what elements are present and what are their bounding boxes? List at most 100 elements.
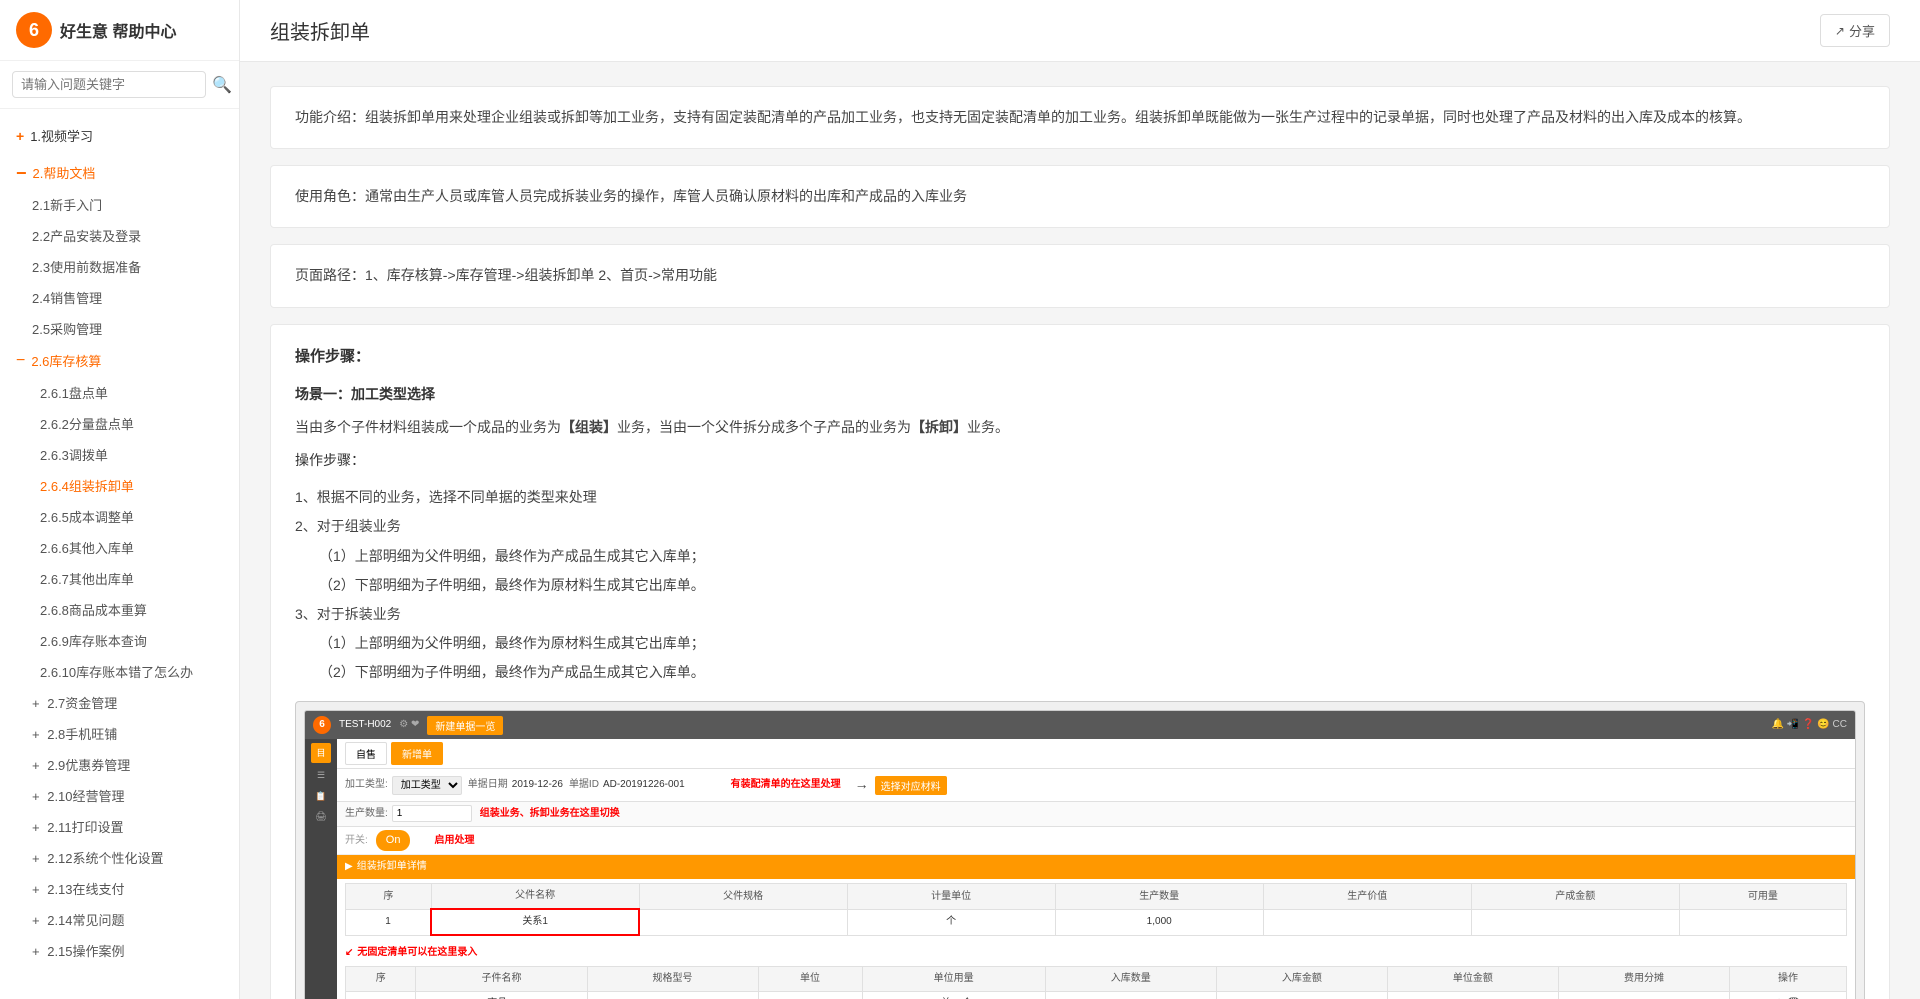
col-value: 生产价值 (1263, 884, 1471, 910)
sidebar-item-2610[interactable]: 2.6.10库存账本错了怎么办 (0, 656, 239, 687)
steps-list: 1、根据不同的业务，选择不同单据的类型来处理 2、对于组装业务 （1）上部明细为… (295, 485, 1865, 685)
app-tab-bar: 自售 新增单 (337, 739, 1855, 769)
step-3: 3、对于拆装业务 (295, 602, 1865, 627)
step-3-sub2: （2）下部明细为子件明细，最终作为产成品生成其它入库单。 (295, 660, 1865, 685)
scenario1-title: 场景一：加工类型选择 (295, 382, 1865, 407)
new-order-btn[interactable]: 新建单据一览 (427, 716, 503, 735)
expand-icon-214: + (32, 913, 40, 928)
app-left-strip: 目 ☰ 📋 🖨 (305, 739, 337, 999)
tab-new[interactable]: 新增单 (391, 742, 443, 765)
sidebar-item-262[interactable]: 2.6.2分量盘点单 (0, 408, 239, 439)
sidebar-logo: 6 好生意 帮助中心 (0, 0, 239, 61)
sidebar-item-267[interactable]: 2.6.7其他出库单 (0, 563, 239, 594)
sidebar-item-269[interactable]: 2.6.9库存账本查询 (0, 625, 239, 656)
sidebar-item-266[interactable]: 2.6.6其他入库单 (0, 532, 239, 563)
sidebar-item-25[interactable]: 2.5采购管理 (0, 313, 239, 344)
select-material-btn[interactable]: 选择对应材料 (875, 776, 947, 795)
sidebar-item-210[interactable]: + 2.10经营管理 (0, 780, 239, 811)
app-topbar-id: TEST-H002 (339, 716, 391, 734)
sidebar-item-213[interactable]: + 2.13在线支付 (0, 873, 239, 904)
role-card: 使用角色：通常由生产人员或库管人员完成拆装业务的操作，库管人员确认原材料的出库和… (270, 165, 1890, 228)
col-c-action: 操作 (1730, 967, 1847, 992)
step-2: 2、对于组装业务 (295, 514, 1865, 539)
tab-home[interactable]: 自售 (345, 742, 387, 765)
cell-val-1 (1263, 909, 1471, 935)
expand-icon-27: + (32, 696, 40, 711)
arrow-right-icon1: → (855, 772, 869, 797)
ops-steps-label: 操作步骤： (295, 448, 1865, 473)
annotation1-text: 有装配清单的在这里处理 (731, 776, 841, 794)
count-input[interactable] (392, 805, 472, 822)
sidebar-item-214[interactable]: + 2.14常见问题 (0, 904, 239, 935)
col-seq: 序 (346, 884, 432, 910)
nav-section-2: − 2.帮助文档 2.1新手入门 2.2产品安装及登录 2.3使用前数据准备 2… (0, 154, 239, 968)
sidebar-item-211[interactable]: + 2.11打印设置 (0, 811, 239, 842)
cell-unit-1: 个 (847, 909, 1055, 935)
search-button[interactable]: 🔍 (212, 75, 232, 95)
arrow-left-icon: ↙ (345, 944, 353, 962)
c-spec-1 (587, 992, 758, 999)
app-main-content: 自售 新增单 加工类型: 加工类型 (337, 739, 1855, 999)
logo-title: 好生意 帮助中心 (60, 18, 176, 42)
step-3-sub1: （1）上部明细为父件明细，最终作为原材料生成其它出库单； (295, 631, 1865, 656)
sidebar-item-video[interactable]: + 1.视频学习 (0, 119, 239, 152)
sidebar-item-docs[interactable]: − 2.帮助文档 (0, 156, 239, 189)
annotation5-text: 无固定清单可以在这里录入 (357, 944, 477, 962)
banner-icon: ▶ (345, 858, 353, 876)
col-c-unitprice: 单位金额 (1387, 967, 1558, 992)
sidebar-item-23[interactable]: 2.3使用前数据准备 (0, 251, 239, 282)
sidebar-item-29[interactable]: + 2.9优惠券管理 (0, 749, 239, 780)
search-input[interactable] (12, 71, 206, 98)
scenario1-desc: 当由多个子件材料组装成一个成品的业务为【组装】业务，当由一个父件拆分成多个子产品… (295, 415, 1865, 440)
path-text: 页面路径：1、库存核算->库存管理->组装拆卸单 2、首页->常用功能 (295, 263, 1865, 288)
parent-table-header: 序 父件名称 父件规格 计量单位 生产数量 生产价值 产成金额 可用量 (346, 884, 1847, 910)
sidebar-item-27[interactable]: + 2.7资金管理 (0, 687, 239, 718)
sidebar-item-215[interactable]: + 2.15操作案例 (0, 935, 239, 966)
c-usage-1: 1单 + 个 (862, 992, 1045, 999)
annotation4-text: 启用处理 (434, 832, 474, 850)
expand-icon-28: + (32, 727, 40, 742)
main-header: 组装拆卸单 ↗ 分享 (240, 0, 1920, 62)
expand-icon-215: + (32, 944, 40, 959)
count-label: 生产数量: (345, 805, 388, 823)
field-type-row: 加工类型: 加工类型 (345, 776, 462, 795)
sidebar: 6 好生意 帮助中心 🔍 + 1.视频学习 − 2.帮助文档 2.1新手入门 2… (0, 0, 240, 999)
cell-avail-1 (1679, 909, 1846, 935)
col-parent-name: 父件名称 (431, 884, 639, 910)
app-upper-table-area: 序 父件名称 父件规格 计量单位 生产数量 生产价值 产成金额 可用量 (337, 879, 1855, 940)
cell-spec-1 (639, 909, 847, 935)
sidebar-item-label-1: 1.视频学习 (30, 126, 93, 145)
col-unit: 计量单位 (847, 884, 1055, 910)
sidebar-item-264[interactable]: 2.6.4组装拆卸单 (0, 470, 239, 501)
sidebar-item-24[interactable]: 2.4销售管理 (0, 282, 239, 313)
sidebar-item-21[interactable]: 2.1新手入门 (0, 189, 239, 220)
sidebar-item-22[interactable]: 2.2产品安装及登录 (0, 220, 239, 251)
field-type-select[interactable]: 加工类型 (392, 776, 462, 795)
main-content: 功能介绍：组装拆卸单用来处理企业组装或拆卸等加工业务，支持有固定装配清单的产品加… (240, 62, 1920, 999)
sidebar-item-26[interactable]: − 2.6库存核算 (0, 344, 239, 377)
app-lower-table-area: ↙ 无固定清单可以在这里录入 序 子件名称 规格型号 (337, 940, 1855, 999)
collapse-icon-2: − (16, 164, 27, 182)
path-card: 页面路径：1、库存核算->库存管理->组装拆卸单 2、首页->常用功能 (270, 244, 1890, 307)
app-strip-icon1: 目 (311, 743, 331, 763)
share-icon: ↗ (1835, 24, 1845, 38)
sidebar-item-28[interactable]: + 2.8手机旺铺 (0, 718, 239, 749)
sidebar-item-212[interactable]: + 2.12系统个性化设置 (0, 842, 239, 873)
share-button[interactable]: ↗ 分享 (1820, 14, 1890, 47)
steps-card: 操作步骤： 场景一：加工类型选择 当由多个子件材料组装成一个成品的业务为【组装】… (270, 324, 1890, 999)
col-parent-spec: 父件规格 (639, 884, 847, 910)
col-amount: 产成金额 (1471, 884, 1679, 910)
field-type-label: 加工类型: (345, 776, 388, 794)
sidebar-item-263[interactable]: 2.6.3调拨单 (0, 439, 239, 470)
on-label-prefix: 开关: (345, 832, 368, 850)
steps-label: 操作步骤： (295, 343, 1865, 370)
sidebar-item-261[interactable]: 2.6.1盘点单 (0, 377, 239, 408)
sidebar-item-268[interactable]: 2.6.8商品成本重算 (0, 594, 239, 625)
expand-icon-213: + (32, 882, 40, 897)
sidebar-item-265[interactable]: 2.6.5成本调整单 (0, 501, 239, 532)
expand-icon-212: + (32, 851, 40, 866)
child-table: 序 子件名称 规格型号 单位 单位用量 入库数量 入库金额 单位金额 (345, 966, 1847, 999)
app-strip-icon3: 📋 (315, 788, 326, 804)
app-toolbar-row1: 加工类型: 加工类型 单据日期 2019-12-26 (337, 769, 1855, 801)
app-orange-banner: ▶ 组装拆卸单详情 (337, 855, 1855, 879)
